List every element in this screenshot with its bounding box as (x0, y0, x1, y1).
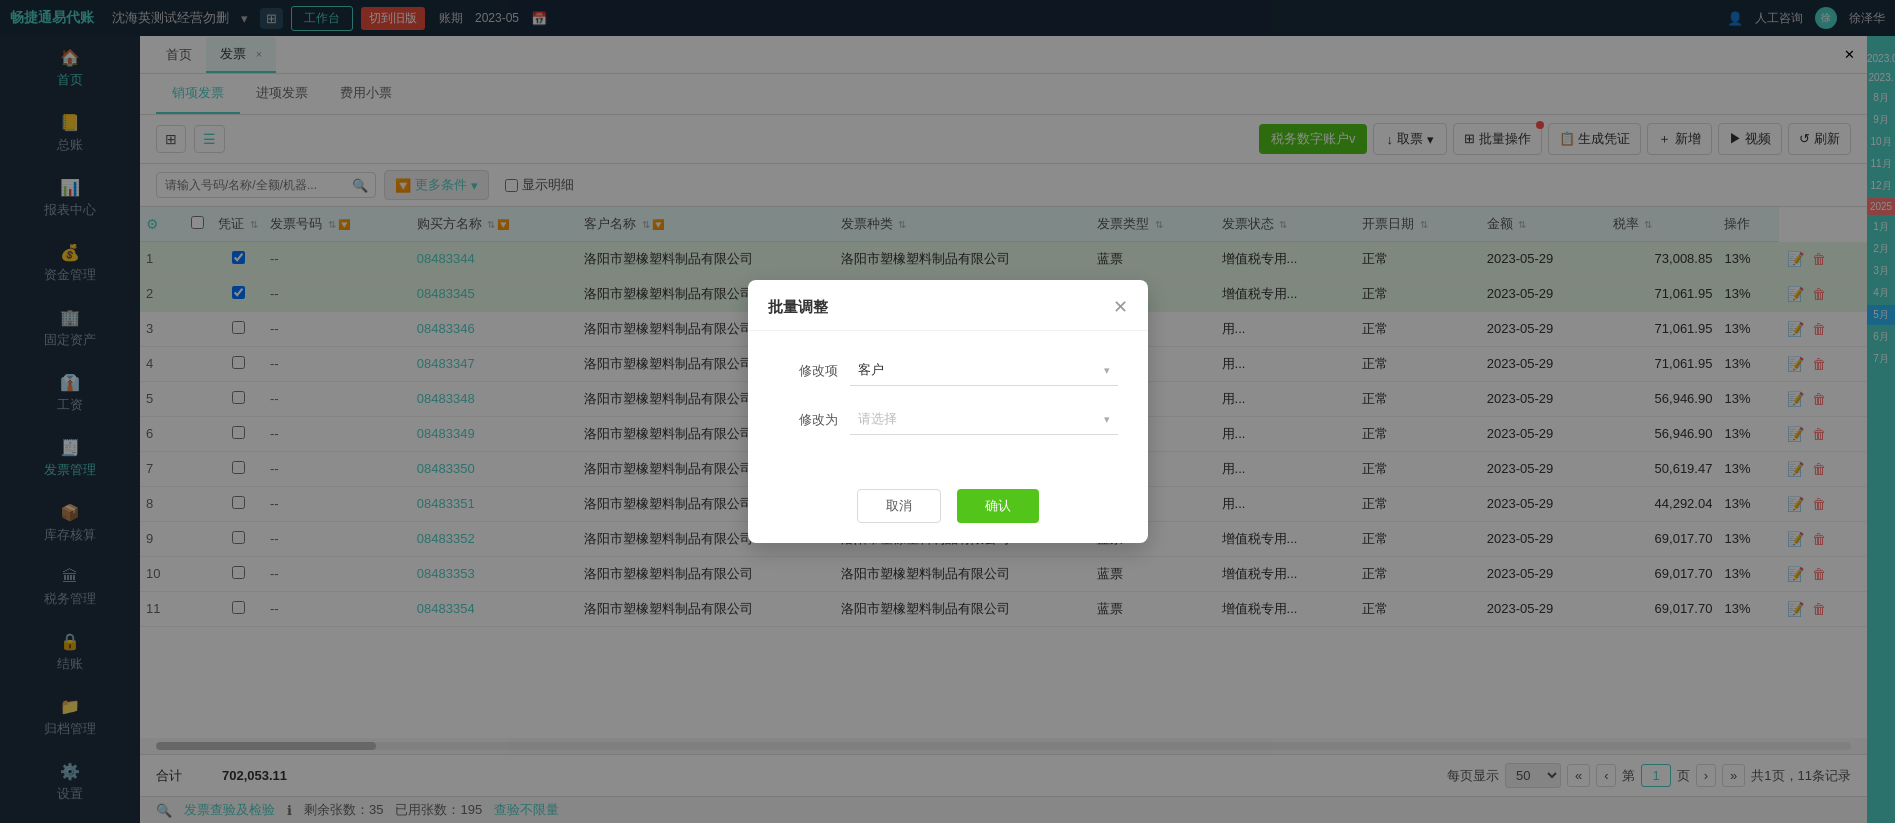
modal-title: 批量调整 (768, 298, 828, 317)
batch-adjust-modal: 批量调整 ✕ 修改项 客户 ▾ 修改为 请选择 ▾ 取消 确认 (748, 280, 1148, 543)
modal-modify-item-row: 修改项 客户 ▾ (778, 355, 1118, 386)
modal-close-btn[interactable]: ✕ (1113, 296, 1128, 318)
modal-overlay[interactable]: 批量调整 ✕ 修改项 客户 ▾ 修改为 请选择 ▾ 取消 确认 (0, 0, 1895, 823)
modify-to-placeholder: 请选择 (858, 410, 897, 428)
modify-to-arrow-icon: ▾ (1104, 413, 1110, 426)
modify-to-select[interactable]: 请选择 ▾ (850, 404, 1118, 435)
modal-modify-to-row: 修改为 请选择 ▾ (778, 404, 1118, 435)
modify-item-value: 客户 (858, 361, 884, 379)
modify-item-arrow-icon: ▾ (1104, 364, 1110, 377)
modal-header: 批量调整 ✕ (748, 280, 1148, 331)
modal-footer: 取消 确认 (748, 477, 1148, 543)
modal-body: 修改项 客户 ▾ 修改为 请选择 ▾ (748, 331, 1148, 477)
modify-item-select[interactable]: 客户 ▾ (850, 355, 1118, 386)
modify-item-label: 修改项 (778, 362, 838, 380)
confirm-btn[interactable]: 确认 (957, 489, 1039, 523)
cancel-btn[interactable]: 取消 (857, 489, 941, 523)
modify-to-label: 修改为 (778, 411, 838, 429)
